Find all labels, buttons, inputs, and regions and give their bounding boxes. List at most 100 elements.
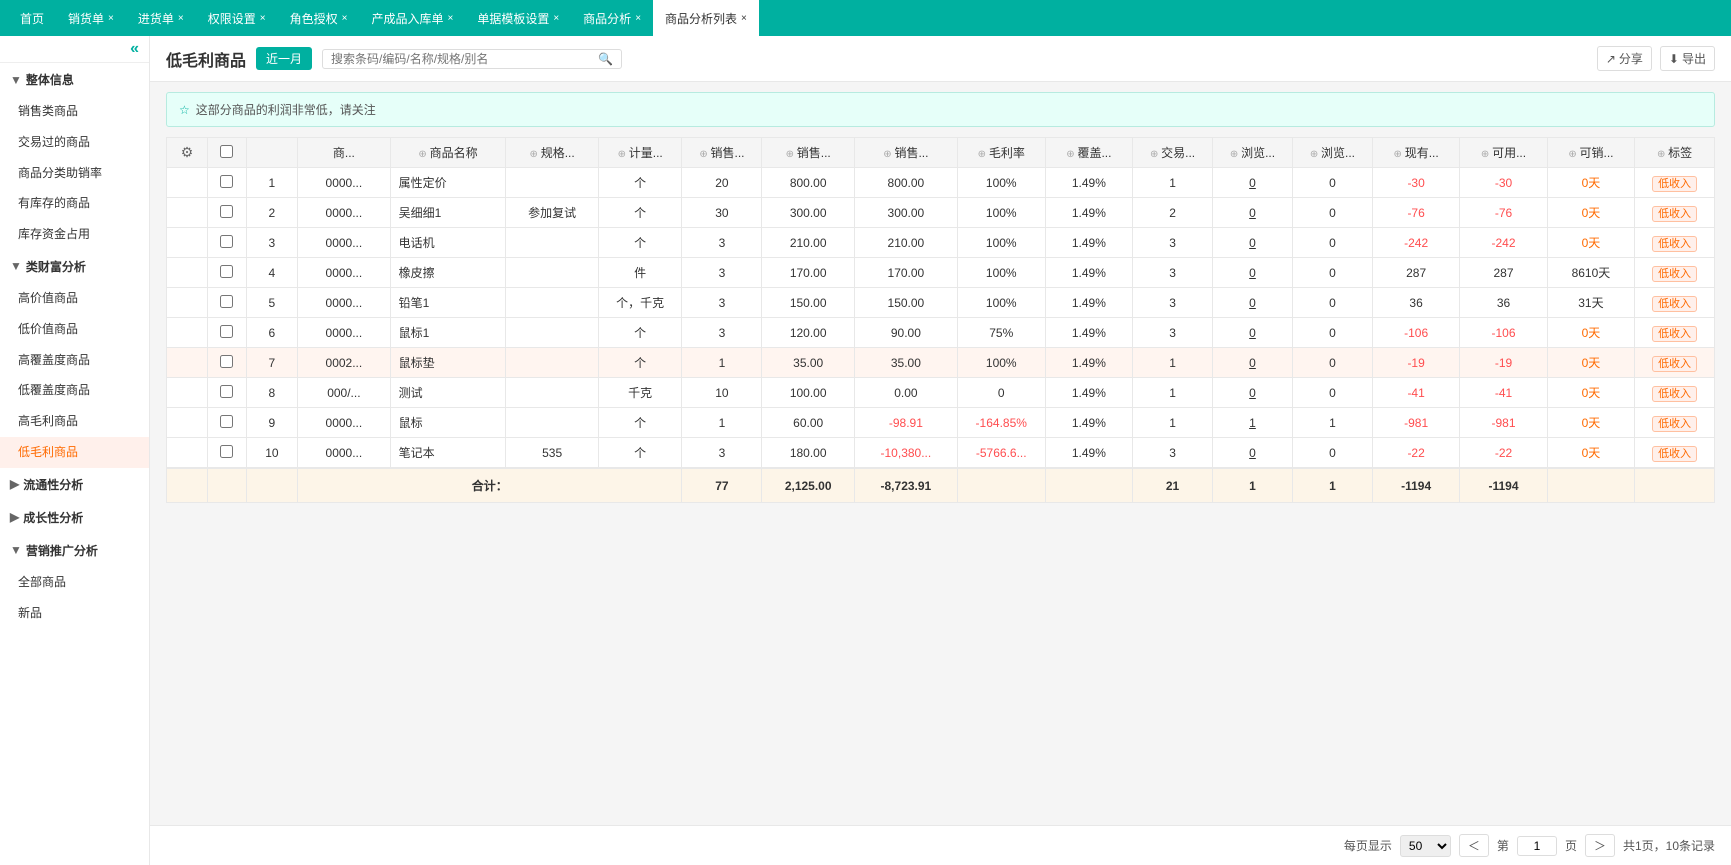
close-tab-icon[interactable]: × — [108, 13, 114, 24]
nav-item-角色授权[interactable]: 角色授权× — [278, 0, 360, 36]
cell-gross_rate: 100% — [957, 348, 1045, 378]
nav-item-商品分析列表[interactable]: 商品分析列表× — [653, 0, 759, 36]
close-tab-icon[interactable]: × — [553, 13, 559, 24]
cell-settings — [167, 228, 208, 258]
row-checkbox[interactable] — [220, 385, 233, 398]
close-tab-icon[interactable]: × — [447, 13, 453, 24]
table-header-no — [246, 138, 297, 168]
export-button[interactable]: ⬇ 导出 — [1660, 46, 1715, 71]
table-header-unit[interactable]: 计量... — [598, 138, 682, 168]
cell-stock_now: -22 — [1372, 438, 1459, 469]
table-header-gross_rate[interactable]: 毛利率 — [957, 138, 1045, 168]
page-number-input[interactable] — [1517, 836, 1557, 856]
cell-tag: 低收入 — [1635, 318, 1715, 348]
total-cell — [246, 468, 297, 503]
cell-stock_now: -106 — [1372, 318, 1459, 348]
cell-view2: 0 — [1292, 318, 1372, 348]
row-checkbox[interactable] — [220, 325, 233, 338]
cell-sales_amt: 210.00 — [854, 228, 957, 258]
sidebar-item-高毛利商品[interactable]: 高毛利商品 — [0, 406, 149, 437]
table-row: 40000...橡皮擦件3170.00170.00100%1.49%300287… — [167, 258, 1715, 288]
row-checkbox[interactable] — [220, 445, 233, 458]
row-checkbox[interactable] — [220, 355, 233, 368]
close-tab-icon[interactable]: × — [260, 13, 266, 24]
sidebar-item-交易过的商品[interactable]: 交易过的商品 — [0, 127, 149, 158]
sidebar-item-高覆盖度商品[interactable]: 高覆盖度商品 — [0, 345, 149, 376]
nav-item-权限设置[interactable]: 权限设置× — [196, 0, 278, 36]
sidebar-item-库存资金占用[interactable]: 库存资金占用 — [0, 219, 149, 250]
sidebar-collapse-button[interactable]: « — [126, 40, 143, 58]
cell-spec — [506, 258, 599, 288]
sidebar-item-全部商品[interactable]: 全部商品 — [0, 567, 149, 598]
nav-item-单据模板设置[interactable]: 单据模板设置× — [465, 0, 571, 36]
cell-view2: 0 — [1292, 198, 1372, 228]
cell-check — [208, 168, 247, 198]
cell-sales_price: 35.00 — [762, 348, 855, 378]
cell-trade: 1 — [1133, 378, 1213, 408]
table-header-saleable[interactable]: 可销... — [1547, 138, 1634, 168]
sidebar-item-低价值商品[interactable]: 低价值商品 — [0, 314, 149, 345]
prev-page-button[interactable]: ＜ — [1459, 834, 1489, 857]
next-page-button[interactable]: ＞ — [1585, 834, 1615, 857]
row-checkbox[interactable] — [220, 175, 233, 188]
cell-spec: 参加复试 — [506, 198, 599, 228]
select-all-checkbox[interactable] — [220, 145, 233, 158]
table-header-stock_now[interactable]: 现有... — [1372, 138, 1459, 168]
close-tab-icon[interactable]: × — [635, 13, 641, 24]
sidebar-section-整体信息[interactable]: ▼整体信息 — [0, 63, 149, 96]
total-cell — [208, 468, 247, 503]
sidebar-item-商品分类助销率[interactable]: 商品分类助销率 — [0, 158, 149, 189]
sidebar-section-类财富分析[interactable]: ▼类财富分析 — [0, 250, 149, 283]
date-filter-button[interactable]: 近一月 — [256, 47, 312, 70]
sidebar-item-新品[interactable]: 新品 — [0, 598, 149, 629]
row-checkbox[interactable] — [220, 265, 233, 278]
nav-item-销货单[interactable]: 销货单× — [56, 0, 126, 36]
table-header-name[interactable]: 商品名称 — [390, 138, 506, 168]
table-header-spec[interactable]: 规格... — [506, 138, 599, 168]
close-tab-icon[interactable]: × — [342, 13, 348, 24]
settings-icon[interactable]: ⚙ — [181, 144, 194, 160]
close-tab-icon[interactable]: × — [178, 13, 184, 24]
nav-item-进货单[interactable]: 进货单× — [126, 0, 196, 36]
table-header-sales_qty[interactable]: 销售... — [682, 138, 762, 168]
row-checkbox[interactable] — [220, 235, 233, 248]
cell-cover_rate: 1.49% — [1045, 288, 1132, 318]
cell-stock_avail: -106 — [1460, 318, 1547, 348]
table-header-sales_amt[interactable]: 销售... — [854, 138, 957, 168]
cell-settings — [167, 438, 208, 469]
cell-sales_price: 300.00 — [762, 198, 855, 228]
search-input[interactable] — [331, 52, 598, 66]
share-button[interactable]: ↗ 分享 — [1597, 46, 1652, 71]
sidebar-section-流通性分析[interactable]: ▶流通性分析 — [0, 468, 149, 501]
table-header-view2[interactable]: 浏览... — [1292, 138, 1372, 168]
cell-tag: 低收入 — [1635, 198, 1715, 228]
sidebar-item-低覆盖度商品[interactable]: 低覆盖度商品 — [0, 375, 149, 406]
table-header-view1[interactable]: 浏览... — [1213, 138, 1293, 168]
page-header: 低毛利商品 近一月 🔍 ↗ 分享 ⬇ 导出 — [150, 36, 1731, 82]
cell-sales_amt: 150.00 — [854, 288, 957, 318]
close-tab-icon[interactable]: × — [741, 13, 747, 24]
table-header-sales_price[interactable]: 销售... — [762, 138, 855, 168]
nav-item-商品分析[interactable]: 商品分析× — [571, 0, 653, 36]
table-header-stock_avail[interactable]: 可用... — [1460, 138, 1547, 168]
sidebar-item-低毛利商品[interactable]: 低毛利商品 — [0, 437, 149, 468]
table-header-trade[interactable]: 交易... — [1133, 138, 1213, 168]
nav-item-首页[interactable]: 首页 — [8, 0, 56, 36]
sidebar-section-成长性分析[interactable]: ▶成长性分析 — [0, 501, 149, 534]
cell-sales_qty: 1 — [682, 348, 762, 378]
row-checkbox[interactable] — [220, 295, 233, 308]
table-header-cover_rate[interactable]: 覆盖... — [1045, 138, 1132, 168]
row-checkbox[interactable] — [220, 415, 233, 428]
sidebar-section-营销推广分析[interactable]: ▼营销推广分析 — [0, 534, 149, 567]
cell-cover_rate: 1.49% — [1045, 258, 1132, 288]
sidebar-item-销售类商品[interactable]: 销售类商品 — [0, 96, 149, 127]
sidebar-item-高价值商品[interactable]: 高价值商品 — [0, 283, 149, 314]
table-header-tag[interactable]: 标签 — [1635, 138, 1715, 168]
row-checkbox[interactable] — [220, 205, 233, 218]
page-size-select[interactable]: 50 100 200 — [1400, 835, 1451, 857]
cell-spec — [506, 288, 599, 318]
cell-stock_avail: -981 — [1460, 408, 1547, 438]
table-area: ⚙商...商品名称规格...计量...销售...销售...销售...毛利率覆盖.… — [150, 127, 1731, 825]
nav-item-产成品入库单[interactable]: 产成品入库单× — [359, 0, 465, 36]
sidebar-item-有库存的商品[interactable]: 有库存的商品 — [0, 188, 149, 219]
